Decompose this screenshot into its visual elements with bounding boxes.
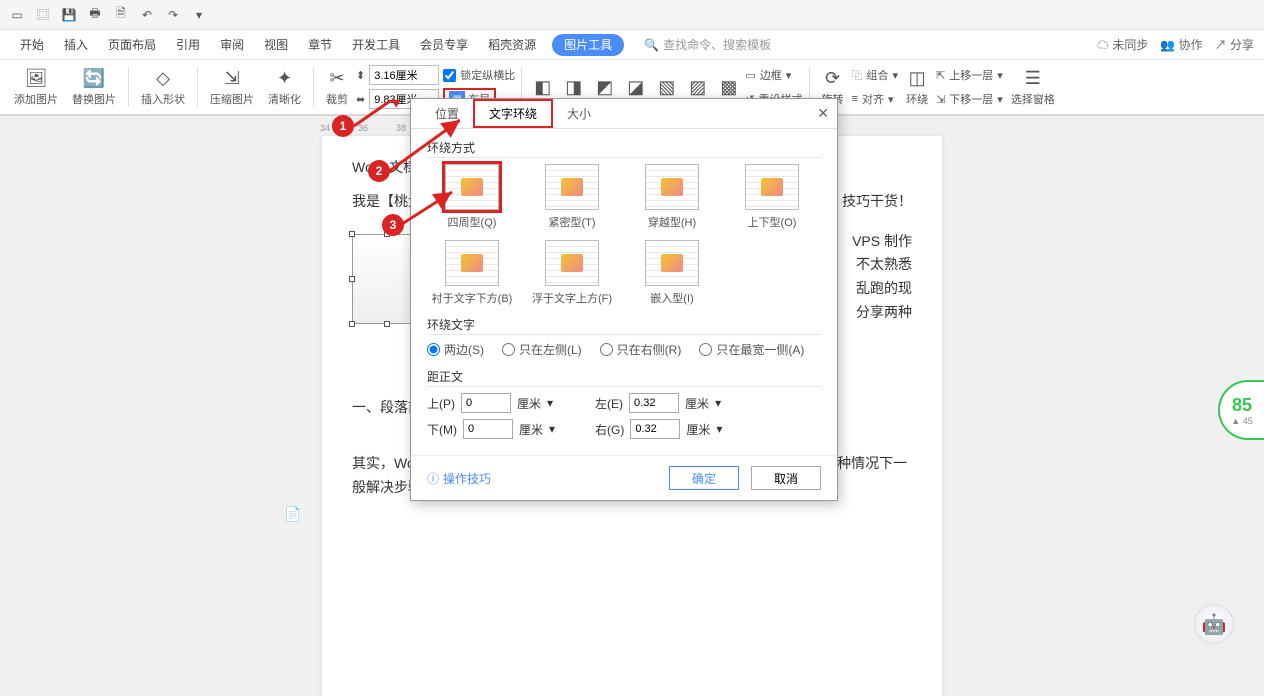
callout-1: 1	[332, 115, 354, 137]
sect-dist: 距正文	[427, 368, 821, 387]
search-ph: 查找命令、搜索模板	[663, 36, 771, 53]
assistant-avatar[interactable]: 🤖	[1194, 604, 1234, 644]
menu-chapter[interactable]: 章节	[298, 30, 342, 60]
callout-3: 3	[382, 214, 404, 236]
wrap-option-4[interactable]: 衬于文字下方(B)	[427, 240, 517, 306]
tb-selpane[interactable]: ☰选择窗格	[1005, 63, 1061, 111]
menu-review[interactable]: 审阅	[210, 30, 254, 60]
menu-res[interactable]: 稻壳资源	[478, 30, 546, 60]
tb-border[interactable]: ▭ 边框 ▾	[745, 64, 802, 86]
sect-wraptext: 环绕文字	[427, 316, 821, 335]
redo-icon[interactable]: ↷	[161, 3, 185, 27]
tb-addpic[interactable]: 🖼添加图片	[8, 63, 64, 111]
wrap-option-5[interactable]: 浮于文字上方(F)	[527, 240, 617, 306]
wraptext-radio-2[interactable]: 只在右侧(R)	[600, 341, 682, 358]
width-icon: ⬍	[356, 69, 365, 82]
page-nav-icon[interactable]: 📄	[284, 506, 301, 523]
dist-top[interactable]	[461, 393, 511, 413]
menu-view[interactable]: 视图	[254, 30, 298, 60]
print-icon[interactable]: 🖶	[83, 3, 107, 27]
wrap-option-6[interactable]: 嵌入型(I)	[627, 240, 717, 306]
wraptext-radio-1[interactable]: 只在左侧(L)	[502, 341, 582, 358]
dist-bottom[interactable]	[463, 419, 513, 439]
quick-access-toolbar: ▭ ⿴ 💾 🖶 🗎 ↶ ↷ ▾	[0, 0, 1264, 30]
tb-align[interactable]: ≡ 对齐 ▾	[852, 88, 899, 110]
layout-dialog: ✕ 位置 文字环绕 大小 环绕方式 四周型(Q)紧密型(T)穿越型(H)上下型(…	[410, 98, 838, 501]
tb-compress[interactable]: ⇲压缩图片	[204, 63, 260, 111]
coop-btn[interactable]: 👥 协作	[1160, 36, 1202, 53]
search-icon: 🔍	[644, 38, 659, 52]
sect-wrapmode: 环绕方式	[427, 139, 821, 158]
tb-up[interactable]: ⇱ 上移一层 ▾	[936, 64, 1003, 86]
menubar: 开始 插入 页面布局 引用 审阅 视图 章节 开发工具 会员专享 稻壳资源 图片…	[0, 30, 1264, 60]
tb-crop[interactable]: ✂裁剪	[320, 63, 354, 111]
menu-start[interactable]: 开始	[10, 30, 54, 60]
wrap-option-0[interactable]: 四周型(Q)	[427, 164, 517, 230]
tb-down[interactable]: ⇲ 下移一层 ▾	[936, 88, 1003, 110]
tips-link[interactable]: ⓘ 操作技巧	[427, 470, 491, 487]
intro-right: 技巧干货！	[842, 190, 912, 214]
tab-wrap[interactable]: 文字环绕	[473, 99, 553, 128]
menu-ref[interactable]: 引用	[166, 30, 210, 60]
dist-right[interactable]	[630, 419, 680, 439]
save-icon[interactable]: 💾	[57, 3, 81, 27]
dist-left[interactable]	[629, 393, 679, 413]
tb-group[interactable]: ⿻ 组合 ▾	[852, 64, 899, 86]
height-icon: ⬌	[356, 93, 365, 106]
wrap-option-2[interactable]: 穿越型(H)	[627, 164, 717, 230]
preview-icon[interactable]: 🗎	[109, 3, 133, 27]
tab-size[interactable]: 大小	[553, 101, 605, 126]
cancel-button[interactable]: 取消	[751, 466, 821, 490]
dropdown-icon[interactable]: ▾	[187, 3, 211, 27]
tb-repl[interactable]: 🔄替换图片	[66, 63, 122, 111]
tb-shape[interactable]: ◇插入形状	[135, 63, 191, 111]
share-btn[interactable]: ↗ 分享	[1215, 36, 1254, 53]
lock-label: 锁定纵横比	[460, 67, 515, 83]
lock-ratio-cb[interactable]	[443, 69, 456, 82]
wrap-option-3[interactable]: 上下型(O)	[727, 164, 817, 230]
menu-layout[interactable]: 页面布局	[98, 30, 166, 60]
menu-vip[interactable]: 会员专享	[410, 30, 478, 60]
callout-2: 2	[368, 160, 390, 182]
open-icon[interactable]: ⿴	[31, 3, 55, 27]
menu-insert[interactable]: 插入	[54, 30, 98, 60]
menu-imgtool[interactable]: 图片工具	[552, 34, 624, 56]
tb-sharpen[interactable]: ✦清晰化	[262, 63, 307, 111]
wraptext-radio-3[interactable]: 只在最宽一侧(A)	[699, 341, 804, 358]
search-box[interactable]: 🔍 查找命令、搜索模板	[644, 36, 771, 53]
width-input[interactable]	[369, 65, 439, 85]
tab-position[interactable]: 位置	[421, 101, 473, 126]
menu-dev[interactable]: 开发工具	[342, 30, 410, 60]
undo-icon[interactable]: ↶	[135, 3, 159, 27]
ok-button[interactable]: 确定	[669, 466, 739, 490]
tb-wrap[interactable]: ◫环绕	[900, 63, 934, 111]
new-icon[interactable]: ▭	[5, 3, 29, 27]
dialog-tabs: 位置 文字环绕 大小	[411, 99, 837, 129]
wraptext-radio-0[interactable]: 两边(S)	[427, 341, 484, 358]
wrap-option-1[interactable]: 紧密型(T)	[527, 164, 617, 230]
unsync-status[interactable]: ☁ 未同步	[1097, 36, 1148, 53]
